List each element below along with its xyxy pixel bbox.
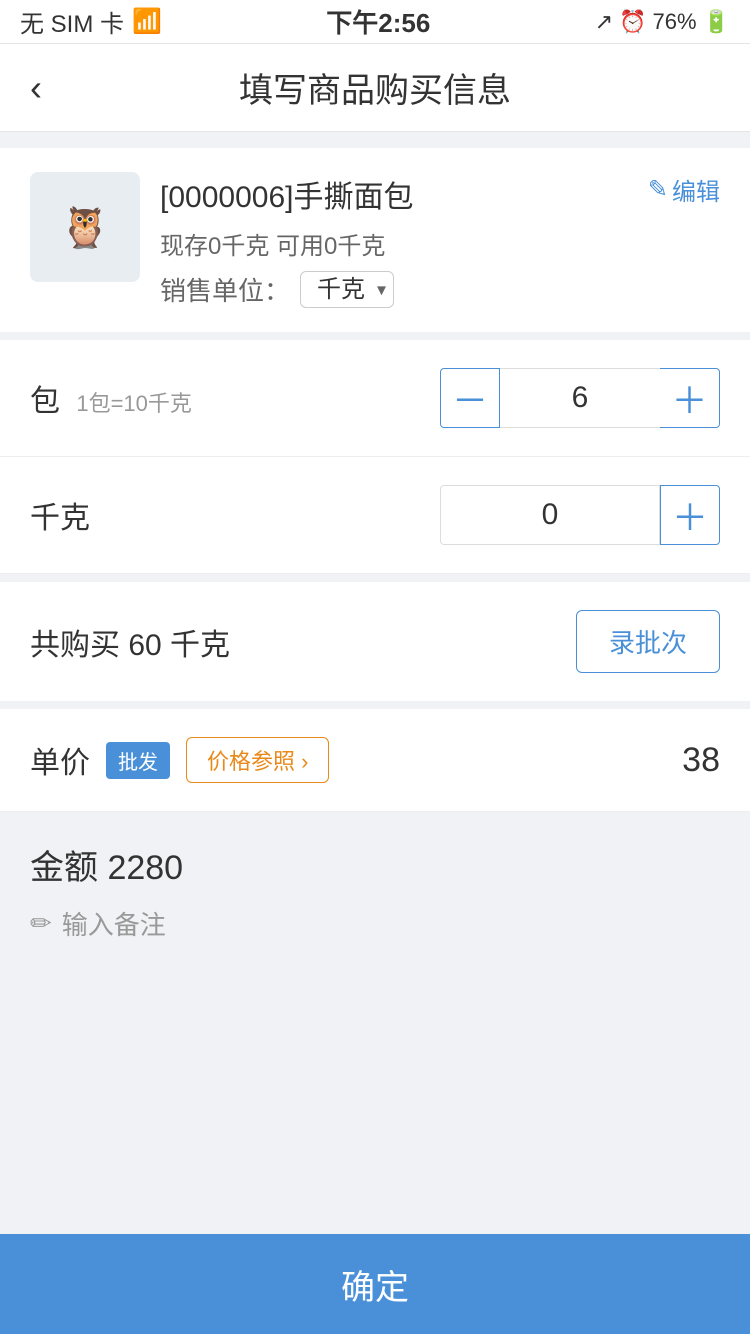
unit-select-wrapper[interactable]: 千克 <box>300 271 394 308</box>
battery-level: 76% <box>653 9 697 35</box>
sim-status: 无 SIM 卡 <box>20 4 124 39</box>
price-value: 38 <box>682 741 720 780</box>
package-quantity-control: － ＋ <box>440 368 720 428</box>
package-hint: 1包=10千克 <box>76 391 192 416</box>
edit-link[interactable]: ✎ 编辑 <box>648 172 720 207</box>
package-label-text: 包 <box>30 385 60 418</box>
wifi-icon: 📶 <box>132 7 162 36</box>
edit-label: 编辑 <box>672 172 720 207</box>
kilogram-quantity-control: ＋ <box>440 485 720 545</box>
price-tag: 批发 <box>106 742 170 779</box>
price-section: 单价 批发 价格参照 › 38 <box>0 709 750 812</box>
price-label: 单价 <box>30 738 90 782</box>
nav-bar: ‹ 填写商品购买信息 <box>0 44 750 132</box>
product-card: 🦉 [0000006]手撕面包 现存0千克 可用0千克 销售单位： 千克 ✎ 编… <box>0 148 750 340</box>
back-button[interactable]: ‹ <box>30 67 42 109</box>
battery-icon: 🔋 <box>703 9 730 35</box>
note-icon: ✏ <box>30 908 52 939</box>
alarm-icon: ⏰ <box>619 9 646 35</box>
kilogram-label: 千克 <box>30 493 420 537</box>
unit-label: 销售单位： <box>160 271 290 308</box>
package-input-row: 包 1包=10千克 － ＋ <box>0 340 750 457</box>
summary-text: 共购买 60 千克 <box>30 620 230 664</box>
amount-row: 金额 2280 <box>30 840 720 889</box>
product-image: 🦉 <box>30 172 140 282</box>
package-label: 包 1包=10千克 <box>30 376 420 420</box>
confirm-button[interactable]: 确定 <box>0 1234 750 1334</box>
amount-label: 金额 2280 <box>30 849 183 887</box>
kilogram-increase-button[interactable]: ＋ <box>660 485 720 545</box>
summary-row: 共购买 60 千克 录批次 <box>0 582 750 701</box>
product-unit-row: 销售单位： 千克 <box>160 271 720 308</box>
status-time: 下午2:56 <box>326 3 430 40</box>
status-left: 无 SIM 卡 📶 <box>20 4 162 39</box>
edit-icon: ✎ <box>648 175 668 204</box>
price-ref-button[interactable]: 价格参照 › <box>186 737 329 783</box>
batch-button[interactable]: 录批次 <box>576 610 720 673</box>
package-quantity-input[interactable] <box>500 368 660 428</box>
package-increase-button[interactable]: ＋ <box>660 368 720 428</box>
product-stock: 现存0千克 可用0千克 <box>160 226 720 261</box>
amount-section: 金额 2280 ✏ 输入备注 <box>0 812 750 958</box>
note-row[interactable]: ✏ 输入备注 <box>30 905 720 942</box>
kilogram-quantity-input[interactable] <box>440 485 660 545</box>
product-name: [0000006]手撕面包 <box>160 172 720 216</box>
unit-select[interactable]: 千克 <box>300 271 394 308</box>
input-section: 包 1包=10千克 － ＋ 千克 ＋ <box>0 340 750 574</box>
note-placeholder: 输入备注 <box>62 905 166 942</box>
summary-section: 共购买 60 千克 录批次 <box>0 574 750 709</box>
product-thumbnail-icon: 🦉 <box>60 204 110 251</box>
package-decrease-button[interactable]: － <box>440 368 500 428</box>
kilogram-input-row: 千克 ＋ <box>0 457 750 574</box>
status-right: ↗ ⏰ 76% 🔋 <box>595 9 730 35</box>
status-bar: 无 SIM 卡 📶 下午2:56 ↗ ⏰ 76% 🔋 <box>0 0 750 44</box>
location-icon: ↗ <box>595 9 613 35</box>
page-title: 填写商品购买信息 <box>239 63 511 112</box>
product-info: [0000006]手撕面包 现存0千克 可用0千克 销售单位： 千克 <box>160 172 720 308</box>
